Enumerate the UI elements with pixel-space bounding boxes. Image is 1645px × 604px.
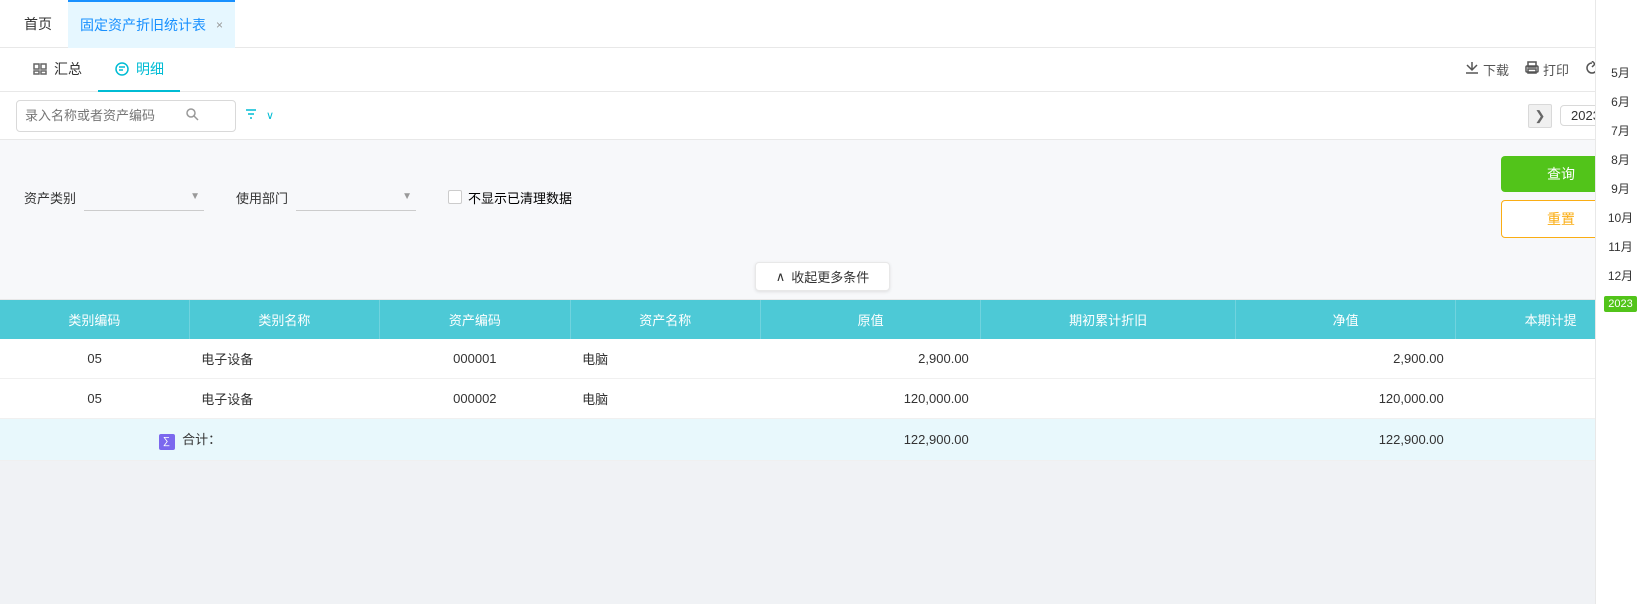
table-row: 05 电子设备 000001 电脑 2,900.00 2,900.00 bbox=[0, 339, 1645, 379]
row1-category-name: 电子设备 bbox=[189, 339, 379, 379]
row2-category-code: 05 bbox=[0, 379, 189, 419]
collapse-btn-label: 收起更多条件 bbox=[791, 267, 869, 286]
total-net-value: 122,900.00 bbox=[1236, 419, 1456, 461]
download-icon bbox=[1465, 61, 1479, 78]
col-asset-code: 资产编码 bbox=[380, 300, 570, 339]
sidebar-month-9[interactable]: 9月 bbox=[1596, 176, 1645, 201]
sidebar-month-5[interactable]: 5月 bbox=[1596, 60, 1645, 85]
detail-icon bbox=[114, 61, 130, 77]
table-row: 05 电子设备 000002 电脑 120,000.00 120,000.00 bbox=[0, 379, 1645, 419]
row1-category-code: 05 bbox=[0, 339, 189, 379]
sidebar-month-11[interactable]: 11月 bbox=[1596, 234, 1645, 259]
row1-original-value: 2,900.00 bbox=[761, 339, 981, 379]
row2-category-name: 电子设备 bbox=[189, 379, 379, 419]
sidebar-month-8[interactable]: 8月 bbox=[1596, 147, 1645, 172]
download-button[interactable]: 下载 bbox=[1465, 60, 1509, 79]
summary-icon bbox=[32, 61, 48, 77]
row2-original-value: 120,000.00 bbox=[761, 379, 981, 419]
table-header-row: 类别编码 类别名称 资产编码 资产名称 原值 期初累计折旧 净值 本期计提 bbox=[0, 300, 1645, 339]
tab-group: 汇总 明细 bbox=[16, 48, 180, 92]
row2-asset-name: 电脑 bbox=[570, 379, 760, 419]
select-arrow-icon: ▼ bbox=[190, 191, 200, 202]
asset-category-select[interactable]: ▼ bbox=[84, 183, 204, 211]
print-label: 打印 bbox=[1543, 60, 1569, 79]
collapse-sidebar-button[interactable]: ❯ bbox=[1528, 104, 1552, 128]
col-net-value: 净值 bbox=[1236, 300, 1456, 339]
search-bar: ∨ ❯ 2023.01 bbox=[0, 92, 1645, 140]
row1-asset-name: 电脑 bbox=[570, 339, 760, 379]
asset-category-label: 资产类别 bbox=[24, 188, 76, 207]
print-icon bbox=[1525, 61, 1539, 78]
home-nav-item[interactable]: 首页 bbox=[16, 14, 60, 34]
chevron-down-icon: ∨ bbox=[266, 109, 274, 122]
search-input-wrap[interactable] bbox=[16, 100, 236, 132]
department-select[interactable]: ▼ bbox=[296, 183, 416, 211]
top-nav-bar: 首页 固定资产折旧统计表 × ✕ bbox=[0, 0, 1645, 48]
sidebar-month-10[interactable]: 10月 bbox=[1596, 205, 1645, 230]
tab-bar: 汇总 明细 下载 打印 刷新 bbox=[0, 48, 1645, 92]
total-accumulated-depreciation bbox=[981, 419, 1236, 461]
sidebar-year-badge[interactable]: 2023 bbox=[1604, 296, 1636, 312]
right-sidebar: 5月 6月 7月 8月 9月 10月 11月 12月 2023 bbox=[1595, 0, 1645, 604]
more-conditions-button[interactable]: ∨ bbox=[244, 107, 274, 124]
row1-net-value: 2,900.00 bbox=[1236, 339, 1456, 379]
data-table: 类别编码 类别名称 资产编码 资产名称 原值 期初累计折旧 净值 本期计提 05… bbox=[0, 300, 1645, 461]
department-filter: 使用部门 ▼ bbox=[236, 183, 416, 211]
col-category-name: 类别名称 bbox=[189, 300, 379, 339]
data-table-wrap: 类别编码 类别名称 资产编码 资产名称 原值 期初累计折旧 净值 本期计提 05… bbox=[0, 300, 1645, 461]
search-icon[interactable] bbox=[185, 107, 199, 124]
collapse-more-conditions-button[interactable]: ∧ 收起更多条件 bbox=[755, 262, 891, 291]
row2-accumulated-depreciation bbox=[981, 379, 1236, 419]
total-sum-icon: ∑ bbox=[159, 434, 175, 450]
filter-area: 资产类别 ▼ 使用部门 ▼ 不显示已清理数据 查询 重置 ∧ 收起更多条件 bbox=[0, 140, 1645, 300]
total-original-value: 122,900.00 bbox=[761, 419, 981, 461]
download-label: 下载 bbox=[1483, 60, 1509, 79]
tab-summary[interactable]: 汇总 bbox=[16, 48, 98, 92]
table-total-row: ∑ 合计： 122,900.00 122,900.00 bbox=[0, 419, 1645, 461]
col-original-value: 原值 bbox=[761, 300, 981, 339]
row2-asset-code: 000002 bbox=[380, 379, 570, 419]
col-category-code: 类别编码 bbox=[0, 300, 189, 339]
filter-icon bbox=[244, 107, 258, 124]
collapse-chevron-icon: ∧ bbox=[776, 269, 786, 285]
asset-category-filter: 资产类别 ▼ bbox=[24, 183, 204, 211]
sidebar-month-6[interactable]: 6月 bbox=[1596, 89, 1645, 114]
no-cleared-checkbox[interactable]: 不显示已清理数据 bbox=[448, 188, 572, 207]
tab-summary-label: 汇总 bbox=[54, 59, 82, 79]
sidebar-month-7[interactable]: 7月 bbox=[1596, 118, 1645, 143]
sidebar-month-12[interactable]: 12月 bbox=[1596, 263, 1645, 288]
active-tab[interactable]: 固定资产折旧统计表 × bbox=[68, 0, 235, 48]
department-label: 使用部门 bbox=[236, 188, 288, 207]
col-accumulated-depreciation: 期初累计折旧 bbox=[981, 300, 1236, 339]
row2-net-value: 120,000.00 bbox=[1236, 379, 1456, 419]
filter-row: 资产类别 ▼ 使用部门 ▼ 不显示已清理数据 查询 重置 bbox=[24, 156, 1621, 238]
total-empty1 bbox=[380, 419, 570, 461]
total-label: 合计： bbox=[182, 432, 221, 447]
search-input[interactable] bbox=[25, 108, 185, 123]
tab-detail[interactable]: 明细 bbox=[98, 48, 180, 92]
col-asset-name: 资产名称 bbox=[570, 300, 760, 339]
tab-detail-label: 明细 bbox=[136, 59, 164, 79]
checkbox-icon bbox=[448, 190, 462, 204]
row1-accumulated-depreciation bbox=[981, 339, 1236, 379]
row1-asset-code: 000001 bbox=[380, 339, 570, 379]
active-tab-label: 固定资产折旧统计表 bbox=[80, 15, 206, 35]
collapse-bar: ∧ 收起更多条件 bbox=[24, 254, 1621, 299]
total-label-cell: ∑ 合计： bbox=[0, 419, 380, 461]
tab-close-button[interactable]: × bbox=[216, 18, 223, 32]
no-cleared-label: 不显示已清理数据 bbox=[468, 188, 572, 207]
dept-select-arrow-icon: ▼ bbox=[402, 191, 412, 202]
total-empty2 bbox=[570, 419, 760, 461]
print-button[interactable]: 打印 bbox=[1525, 60, 1569, 79]
chevron-right-icon: ❯ bbox=[1535, 108, 1546, 124]
